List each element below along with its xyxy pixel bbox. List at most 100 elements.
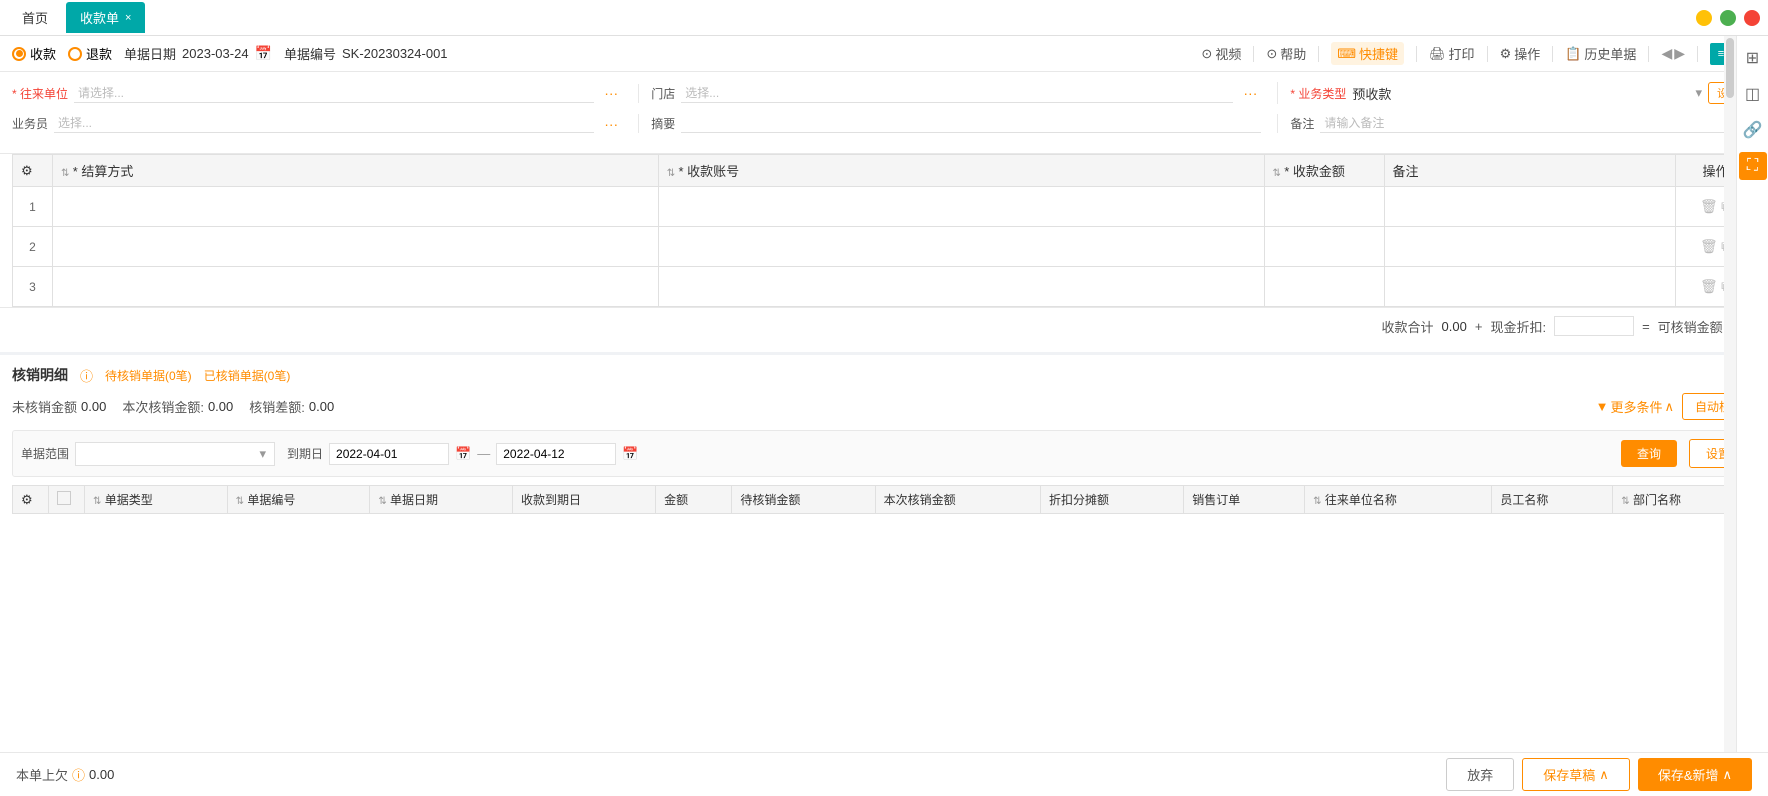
row-2-settlement[interactable] — [53, 227, 659, 267]
btn-history[interactable]: 📋 历史单据 — [1565, 44, 1636, 63]
col-account-header[interactable]: ⇅ * 收款账号 — [658, 155, 1264, 187]
verify-table-header: ⚙ ⇅ 单据类型 ⇅ 单据编号 ⇅ 单据日期 — [13, 486, 1756, 514]
row-2-delete-icon[interactable]: 🗑 — [1700, 238, 1718, 254]
divider-1 — [1253, 46, 1254, 62]
bill-info-icon[interactable]: ⓘ — [72, 765, 85, 784]
current-label: 本次核销金额: — [122, 397, 204, 416]
sidebar-link-icon[interactable]: 🔗 — [1739, 116, 1767, 144]
more-conditions-btn[interactable]: ▼ 更多条件 ∧ — [1596, 397, 1674, 416]
save-new-btn[interactable]: 保存&新增 ∧ — [1638, 758, 1752, 791]
btn-shortcut[interactable]: ⌨ 快捷键 — [1331, 42, 1404, 65]
doc-date-field: 单据日期 2023-03-24 📅 — [124, 44, 272, 63]
query-btn[interactable]: 查询 — [1621, 440, 1677, 467]
main-content: 收款 退款 单据日期 2023-03-24 📅 单据编号 SK-20230324… — [0, 36, 1768, 796]
store-more-btn[interactable]: ··· — [1239, 85, 1261, 101]
right-sidebar: ⊞ ◫ 🔗 ⛶ — [1736, 36, 1768, 796]
doc-date-calendar-icon[interactable]: 📅 — [255, 45, 272, 62]
filter-date-from-input[interactable] — [329, 443, 449, 465]
radio-receipt[interactable]: 收款 — [12, 44, 56, 63]
bill-limit-val: 0.00 — [89, 767, 114, 782]
col-due-date[interactable]: 收款到期日 — [512, 486, 655, 514]
col-discount[interactable]: 折扣分摊额 — [1041, 486, 1184, 514]
biz-type-label: * 业务类型 — [1290, 85, 1346, 102]
sidebar-expand-icon[interactable]: ⛶ — [1739, 152, 1767, 180]
total-val: 0.00 — [1442, 319, 1467, 334]
col-pending-amount[interactable]: 待核销金额 — [732, 486, 875, 514]
unchecked-label: 未核销金额 — [12, 397, 77, 416]
win-maximize-btn[interactable] — [1720, 10, 1736, 26]
biz-type-select[interactable]: 预收款 ▾ — [1352, 84, 1702, 103]
counterparty-more-btn[interactable]: ··· — [600, 85, 622, 101]
row-3-amount[interactable] — [1264, 267, 1384, 307]
check-all-checkbox[interactable] — [57, 491, 71, 505]
row-num-2: 2 — [13, 227, 53, 267]
salesman-more-btn[interactable]: ··· — [600, 116, 622, 132]
receipt-table-container: ⚙ ⇅ * 结算方式 ⇅ * 收款账号 ⇅ * 收款金额 — [0, 154, 1768, 307]
filter-range-dropdown[interactable]: ▾ — [75, 442, 275, 466]
row-1-settlement[interactable] — [53, 187, 659, 227]
col-doc-date[interactable]: ⇅ 单据日期 — [370, 486, 513, 514]
col-settlement-header[interactable]: ⇅ * 结算方式 — [53, 155, 659, 187]
sidebar-table-icon[interactable]: ⊞ — [1739, 44, 1767, 72]
form-row-2: 业务员 ··· 摘要 备注 — [12, 114, 1756, 133]
btn-video[interactable]: ⊙ 视频 — [1201, 44, 1241, 63]
row-2-amount[interactable] — [1264, 227, 1384, 267]
col-settings-header[interactable]: ⚙ — [13, 155, 53, 187]
row-1-account[interactable] — [658, 187, 1264, 227]
win-close-btn[interactable] — [1744, 10, 1760, 26]
col-current-amount[interactable]: 本次核销金额 — [875, 486, 1040, 514]
win-minimize-btn[interactable] — [1696, 10, 1712, 26]
row-1-notes[interactable] — [1384, 187, 1675, 227]
tab-receipt[interactable]: 收款单 × — [66, 2, 145, 33]
verify-info-icon[interactable]: ⓘ — [80, 366, 93, 385]
scroll-thumb[interactable] — [1726, 38, 1734, 98]
nav-next-icon[interactable]: ▶ — [1674, 45, 1685, 62]
settings-icon-verify[interactable]: ⚙ — [21, 492, 33, 507]
tab-done[interactable]: 已核销单据(0笔) — [204, 367, 291, 384]
divider-5 — [1552, 46, 1553, 62]
summary-field: 摘要 — [638, 114, 1277, 133]
nav-prev-icon[interactable]: ◀ — [1661, 45, 1672, 62]
col-check-all[interactable] — [49, 486, 85, 514]
row-3-account[interactable] — [658, 267, 1264, 307]
row-2-account[interactable] — [658, 227, 1264, 267]
row-3-delete-icon[interactable]: 🗑 — [1700, 278, 1718, 294]
counterparty-input[interactable] — [74, 84, 594, 103]
col-sales-order[interactable]: 销售订单 — [1184, 486, 1305, 514]
date-from-calendar-icon[interactable]: 📅 — [455, 446, 471, 462]
row-3-notes[interactable] — [1384, 267, 1675, 307]
filter-date-to-input[interactable] — [496, 443, 616, 465]
col-doc-no[interactable]: ⇅ 单据编号 — [227, 486, 370, 514]
date-to-calendar-icon[interactable]: 📅 — [622, 446, 638, 462]
discount-input[interactable] — [1554, 316, 1634, 336]
verify-amount-label: 可核销金额 — [1658, 317, 1723, 336]
summary-input[interactable] — [681, 114, 1261, 133]
col-amount-header[interactable]: ⇅ * 收款金额 — [1264, 155, 1384, 187]
tab-pending[interactable]: 待核销单据(0笔) — [105, 367, 192, 384]
btn-operation[interactable]: ⚙ 操作 — [1500, 44, 1541, 63]
save-draft-label: 保存草稿 — [1543, 765, 1595, 784]
col-counterparty[interactable]: ⇅ 往来单位名称 — [1305, 486, 1492, 514]
tab-close-btn[interactable]: × — [125, 12, 131, 24]
row-2-notes[interactable] — [1384, 227, 1675, 267]
row-1-delete-icon[interactable]: 🗑 — [1700, 198, 1718, 214]
store-input[interactable] — [681, 84, 1233, 103]
tab-home[interactable]: 首页 — [8, 2, 62, 33]
abandon-btn[interactable]: 放弃 — [1446, 758, 1514, 791]
salesman-input[interactable] — [54, 114, 594, 133]
radio-refund-dot — [68, 47, 82, 61]
row-1-amount[interactable] — [1264, 187, 1384, 227]
save-draft-btn[interactable]: 保存草稿 ∧ — [1522, 758, 1630, 791]
btn-help[interactable]: ⊙ 帮助 — [1266, 44, 1306, 63]
sort-icon-amount: ⇅ — [1273, 168, 1281, 179]
row-3-settlement[interactable] — [53, 267, 659, 307]
radio-receipt-label: 收款 — [30, 44, 56, 63]
notes-input[interactable] — [1320, 114, 1748, 133]
col-doc-type[interactable]: ⇅ 单据类型 — [85, 486, 228, 514]
radio-refund[interactable]: 退款 — [68, 44, 112, 63]
col-employee[interactable]: 员工名称 — [1492, 486, 1613, 514]
col-amount[interactable]: 金额 — [656, 486, 732, 514]
sidebar-layout-icon[interactable]: ◫ — [1739, 80, 1767, 108]
col-notes-header[interactable]: 备注 — [1384, 155, 1675, 187]
btn-print[interactable]: 🖨 打印 — [1429, 44, 1475, 63]
